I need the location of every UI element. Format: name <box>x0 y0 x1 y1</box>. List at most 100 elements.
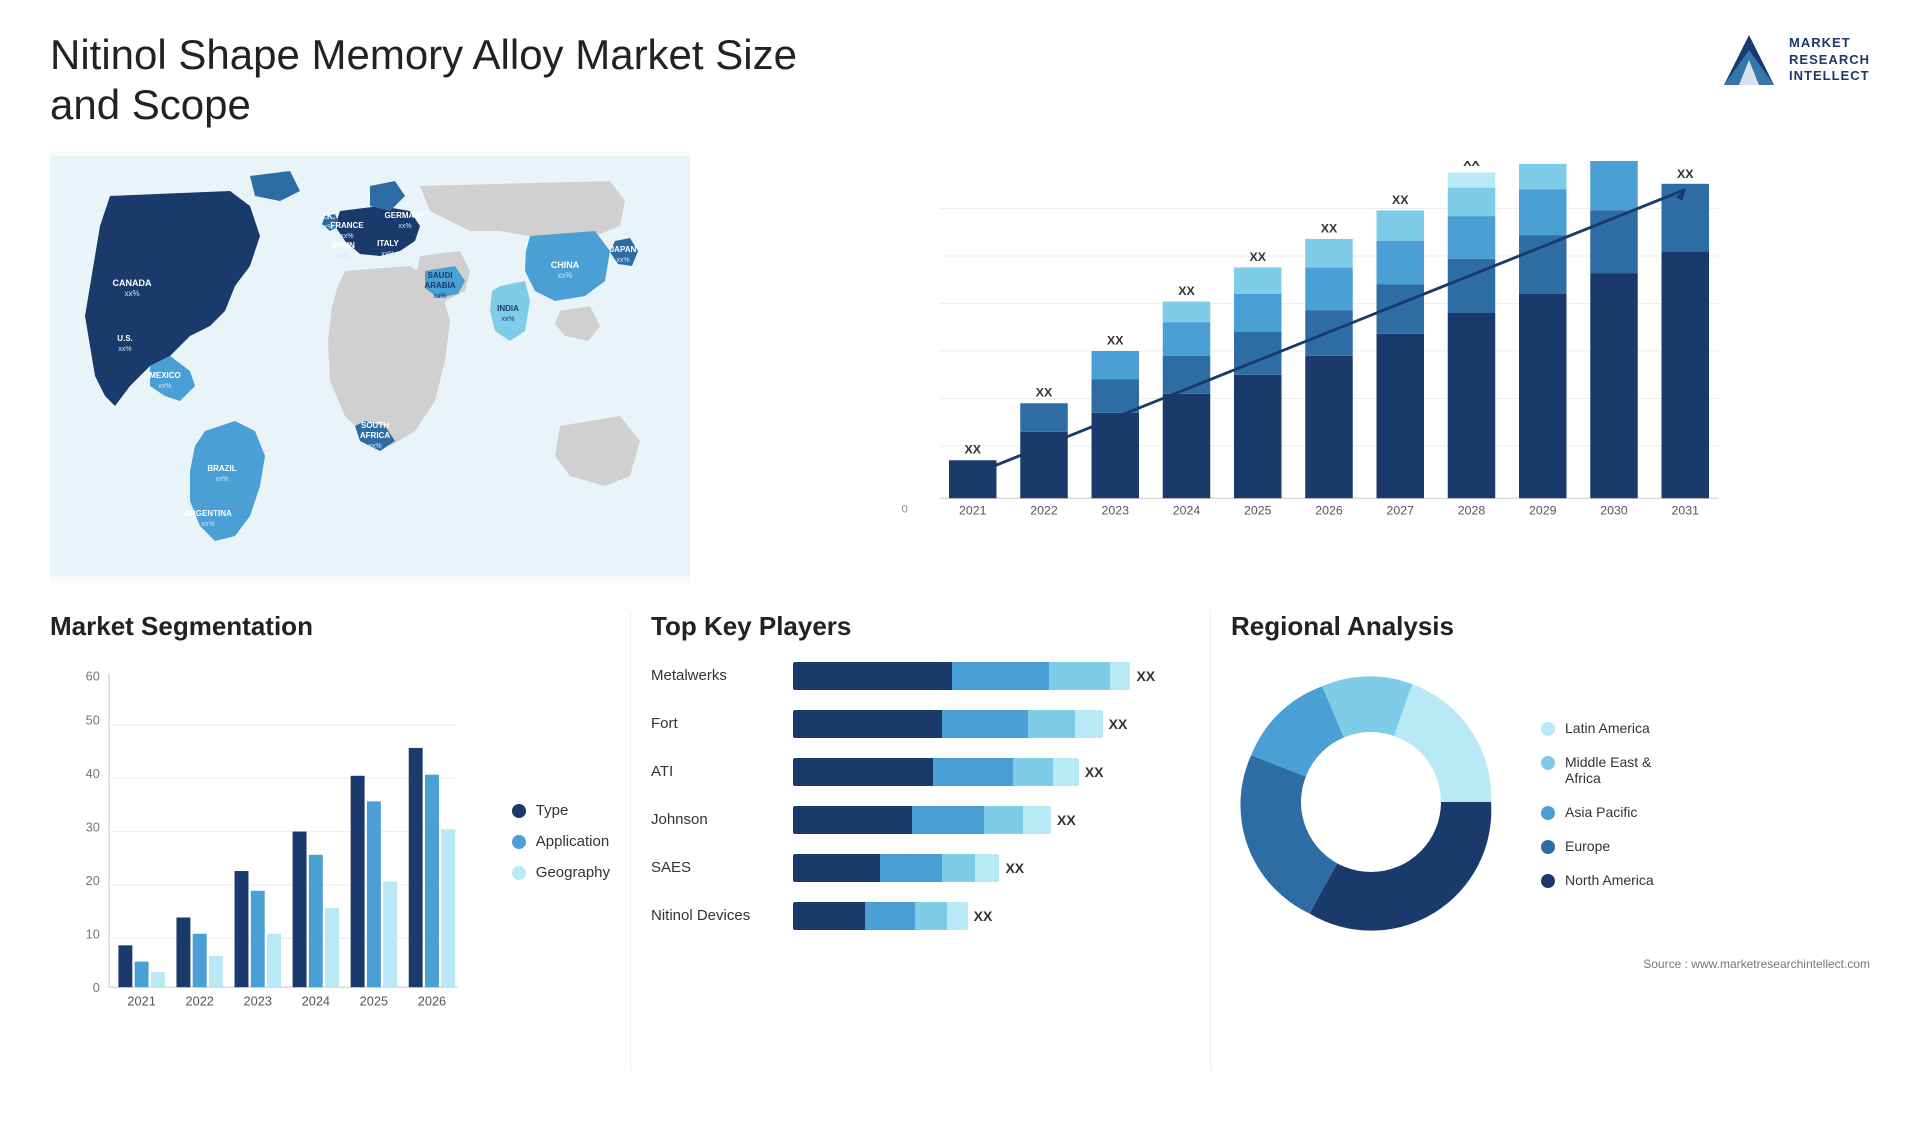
player-row-ati: ATI XX <box>651 758 1190 786</box>
legend-label-application: Application <box>536 833 609 850</box>
svg-text:xx%: xx% <box>118 346 131 353</box>
svg-text:20: 20 <box>86 873 100 888</box>
svg-text:xx%: xx% <box>340 233 353 240</box>
player-seg2 <box>865 902 916 930</box>
svg-text:2026: 2026 <box>1315 503 1343 517</box>
donut-area: Latin America Middle East &Africa Asia P… <box>1231 662 1870 947</box>
svg-text:2030: 2030 <box>1600 503 1628 517</box>
regional-legend-europe: Europe <box>1541 838 1654 854</box>
player-row-nitinol-devices: Nitinol Devices XX <box>651 902 1190 930</box>
regional-label-latin-america: Latin America <box>1565 720 1650 736</box>
svg-text:2021: 2021 <box>959 503 987 517</box>
svg-text:ITALY: ITALY <box>377 239 399 248</box>
player-seg2 <box>952 662 1050 690</box>
page-container: Nitinol Shape Memory Alloy Market Size a… <box>0 0 1920 1146</box>
player-seg4 <box>1053 758 1079 786</box>
svg-text:2026: 2026 <box>418 994 446 1009</box>
svg-text:SOUTH: SOUTH <box>361 421 389 430</box>
player-row-johnson: Johnson XX <box>651 806 1190 834</box>
player-bar-stack-johnson <box>793 806 1051 834</box>
player-seg1 <box>793 854 880 882</box>
growth-chart: 0 XX XX <box>770 161 1850 541</box>
growth-chart-container: 0 XX XX <box>720 151 1870 581</box>
player-seg1 <box>793 662 952 690</box>
legend-dot-type <box>512 804 526 818</box>
player-seg2 <box>880 854 942 882</box>
player-bar-stack-nitinol-devices <box>793 902 968 930</box>
svg-text:XX: XX <box>965 442 982 456</box>
top-section: CANADA xx% U.S. xx% MEXICO xx% BRAZIL xx… <box>50 151 1870 581</box>
svg-text:ARABIA: ARABIA <box>424 281 455 290</box>
segment-chart-area: 0 10 20 30 40 50 60 <box>50 662 610 1022</box>
regional-legend-latin-america: Latin America <box>1541 720 1654 736</box>
regional-legend: Latin America Middle East &Africa Asia P… <box>1541 720 1654 888</box>
regional-dot-middle-east <box>1541 756 1555 770</box>
svg-text:2024: 2024 <box>1173 503 1201 517</box>
legend-type: Type <box>512 802 610 819</box>
svg-text:2023: 2023 <box>244 994 272 1009</box>
player-seg3 <box>1028 710 1074 738</box>
svg-text:xx%: xx% <box>201 521 214 528</box>
regional-legend-north-america: North America <box>1541 872 1654 888</box>
regional-label-europe: Europe <box>1565 838 1610 854</box>
svg-text:2027: 2027 <box>1387 503 1415 517</box>
svg-text:BRAZIL: BRAZIL <box>207 464 236 473</box>
svg-text:JAPAN: JAPAN <box>610 245 637 254</box>
player-name-metalwerks: Metalwerks <box>651 667 781 684</box>
legend-dot-geography <box>512 866 526 880</box>
players-panel: Top Key Players Metalwerks XX Fort <box>630 611 1210 1071</box>
svg-text:2029: 2029 <box>1529 503 1557 517</box>
player-seg4 <box>975 854 1000 882</box>
player-seg1 <box>793 710 942 738</box>
svg-text:SPAIN: SPAIN <box>331 241 355 250</box>
svg-text:30: 30 <box>86 819 100 834</box>
segment-title: Market Segmentation <box>50 611 610 642</box>
player-seg4 <box>1075 710 1103 738</box>
regional-dot-asia-pacific <box>1541 806 1555 820</box>
svg-text:CANADA: CANADA <box>113 278 152 288</box>
svg-text:2028: 2028 <box>1458 503 1486 517</box>
player-bar-stack-ati <box>793 758 1079 786</box>
svg-text:2022: 2022 <box>185 994 213 1009</box>
player-seg1 <box>793 902 865 930</box>
svg-text:XX: XX <box>1107 333 1124 347</box>
header: Nitinol Shape Memory Alloy Market Size a… <box>50 30 1870 131</box>
svg-text:10: 10 <box>86 926 100 941</box>
svg-text:XX: XX <box>1392 193 1409 207</box>
regional-dot-latin-america <box>1541 722 1555 736</box>
svg-text:FRANCE: FRANCE <box>330 221 364 230</box>
player-name-nitinol-devices: Nitinol Devices <box>651 907 781 924</box>
legend-dot-application <box>512 835 526 849</box>
regional-label-asia-pacific: Asia Pacific <box>1565 804 1637 820</box>
player-row-saes: SAES XX <box>651 854 1190 882</box>
world-map: CANADA xx% U.S. xx% MEXICO xx% BRAZIL xx… <box>50 151 690 581</box>
svg-text:U.K.: U.K. <box>319 212 335 221</box>
page-title: Nitinol Shape Memory Alloy Market Size a… <box>50 30 850 131</box>
svg-text:ARGENTINA: ARGENTINA <box>184 509 232 518</box>
player-bar-johnson: XX <box>793 806 1190 834</box>
player-row-metalwerks: Metalwerks XX <box>651 662 1190 690</box>
svg-text:2025: 2025 <box>360 994 388 1009</box>
legend-label-type: Type <box>536 802 569 819</box>
svg-text:xx%: xx% <box>336 253 349 260</box>
player-bar-stack-metalwerks <box>793 662 1130 690</box>
player-xx-ati: XX <box>1085 764 1104 780</box>
svg-text:xx%: xx% <box>381 251 394 258</box>
player-name-johnson: Johnson <box>651 811 781 828</box>
legend-geography: Geography <box>512 864 610 881</box>
player-bar-nitinol-devices: XX <box>793 902 1190 930</box>
player-seg1 <box>793 758 933 786</box>
players-title: Top Key Players <box>651 611 1190 642</box>
regional-panel: Regional Analysis <box>1210 611 1870 1071</box>
svg-text:MEXICO: MEXICO <box>149 371 181 380</box>
player-seg3 <box>1049 662 1110 690</box>
svg-text:50: 50 <box>86 712 100 727</box>
svg-text:xx%: xx% <box>616 257 629 264</box>
segment-chart: 0 10 20 30 40 50 60 <box>50 662 482 1022</box>
svg-text:xx%: xx% <box>215 476 228 483</box>
regional-legend-asia-pacific: Asia Pacific <box>1541 804 1654 820</box>
legend-application: Application <box>512 833 610 850</box>
player-seg3 <box>915 902 946 930</box>
player-seg4 <box>1023 806 1051 834</box>
player-seg4 <box>947 902 968 930</box>
